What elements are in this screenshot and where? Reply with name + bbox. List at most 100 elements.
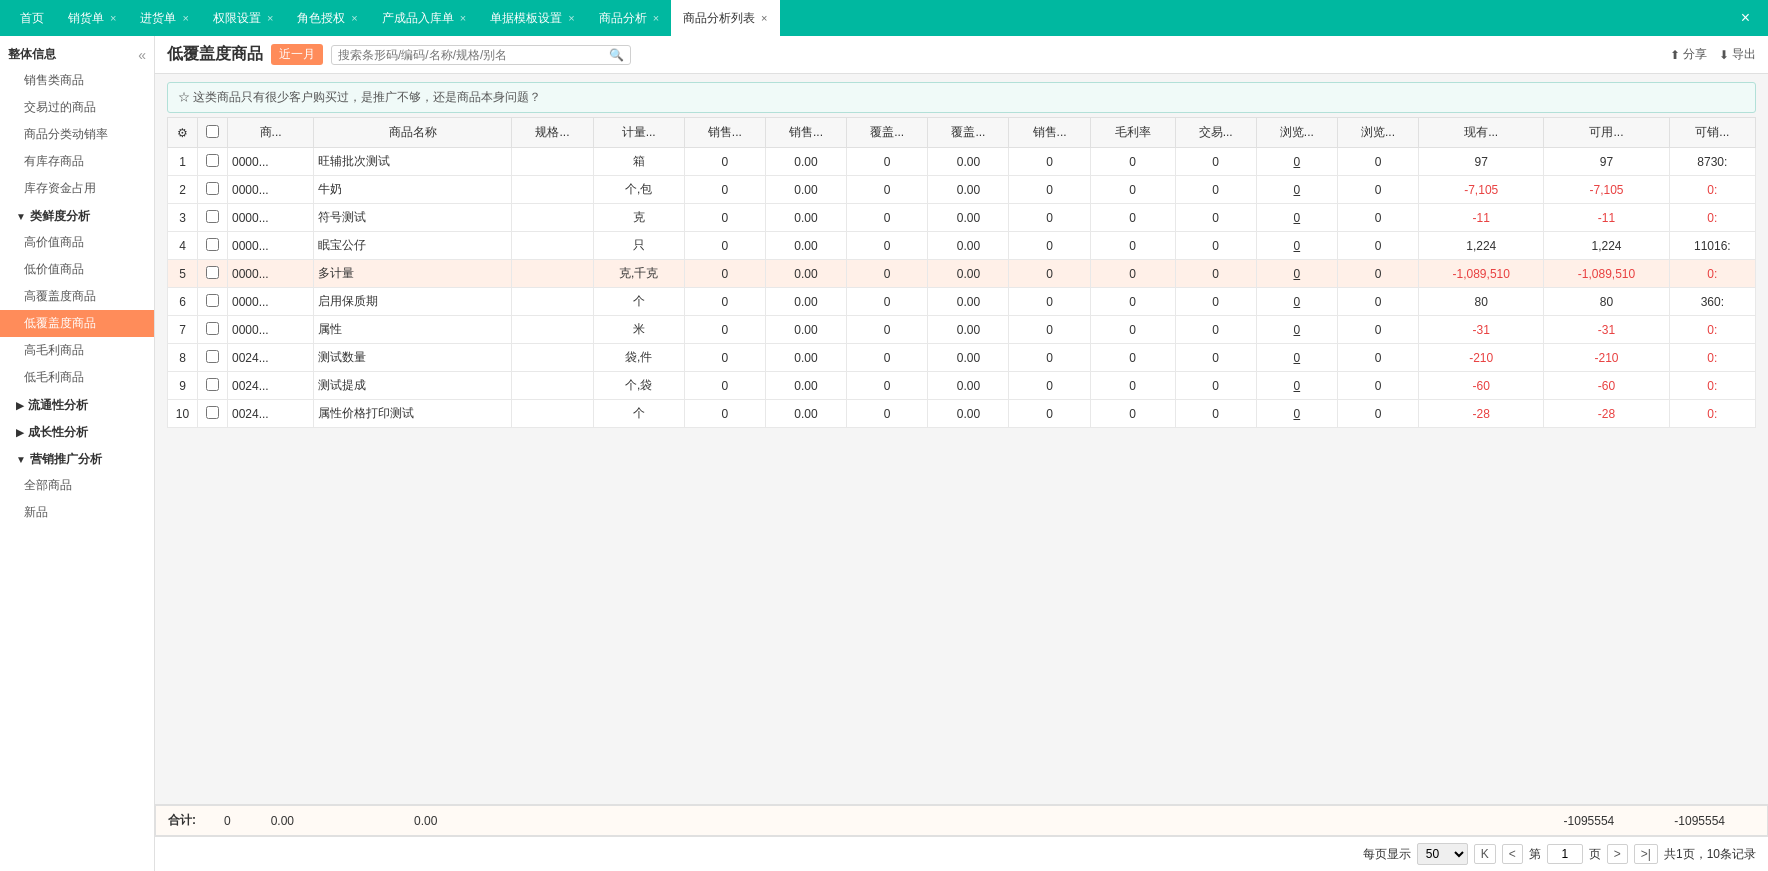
cell-sales-qty: 0: [684, 372, 765, 400]
sidebar-group-richness[interactable]: ▼ 类鲜度分析: [0, 202, 154, 229]
row-checkbox[interactable]: [206, 406, 219, 419]
cell-checkbox[interactable]: [198, 316, 228, 344]
cell-browse1[interactable]: 0: [1256, 176, 1337, 204]
close-purchase-icon[interactable]: ×: [182, 12, 188, 24]
cell-trade: 0: [1175, 232, 1256, 260]
sidebar-item-high-margin[interactable]: 高毛利商品: [0, 337, 154, 364]
footer-totals: 0 0.00 0.00 -1095554 -1095554: [204, 814, 1755, 828]
cell-sales-qty: 0: [684, 232, 765, 260]
first-page-button[interactable]: K: [1474, 844, 1496, 864]
row-checkbox[interactable]: [206, 294, 219, 307]
flow-arrow-icon: ▶: [16, 400, 24, 411]
prev-page-button[interactable]: <: [1502, 844, 1523, 864]
sidebar-item-traded-goods[interactable]: 交易过的商品: [0, 94, 154, 121]
row-checkbox[interactable]: [206, 210, 219, 223]
pagination: 每页显示 50 100 200 K < 第 页 > >| 共1页，10条记录: [155, 836, 1768, 871]
cell-browse1[interactable]: 0: [1256, 232, 1337, 260]
nav-sales[interactable]: 销货单 ×: [56, 0, 128, 36]
search-icon[interactable]: 🔍: [609, 48, 624, 62]
cell-checkbox[interactable]: [198, 288, 228, 316]
close-role-icon[interactable]: ×: [351, 12, 357, 24]
row-checkbox[interactable]: [206, 322, 219, 335]
close-analysis-icon[interactable]: ×: [653, 12, 659, 24]
cell-browse1[interactable]: 0: [1256, 260, 1337, 288]
cell-browse1[interactable]: 0: [1256, 288, 1337, 316]
th-name: 商品名称: [314, 118, 512, 148]
cell-checkbox[interactable]: [198, 260, 228, 288]
cell-unit: 个,袋: [593, 372, 684, 400]
sidebar-group-growth[interactable]: ▶ 成长性分析: [0, 418, 154, 445]
th-settings[interactable]: ⚙: [168, 118, 198, 148]
sidebar-item-low-coverage[interactable]: 低覆盖度商品: [0, 310, 154, 337]
nav-home[interactable]: 首页: [8, 0, 56, 36]
cell-browse1[interactable]: 0: [1256, 148, 1337, 176]
th-cover1: 覆盖...: [847, 118, 928, 148]
cell-checkbox[interactable]: [198, 204, 228, 232]
cell-browse1[interactable]: 0: [1256, 344, 1337, 372]
cell-trade: 0: [1175, 260, 1256, 288]
search-input[interactable]: [338, 48, 609, 62]
row-checkbox[interactable]: [206, 378, 219, 391]
cell-checkbox[interactable]: [198, 344, 228, 372]
close-sales-icon[interactable]: ×: [110, 12, 116, 24]
per-page-select[interactable]: 50 100 200: [1417, 843, 1468, 865]
row-checkbox[interactable]: [206, 182, 219, 195]
sidebar-item-high-value[interactable]: 高价值商品: [0, 229, 154, 256]
close-permission-icon[interactable]: ×: [267, 12, 273, 24]
nav-role[interactable]: 角色授权 ×: [285, 0, 369, 36]
next-page-button[interactable]: >: [1607, 844, 1628, 864]
per-page-label: 每页显示: [1363, 846, 1411, 863]
sidebar-item-all-goods[interactable]: 全部商品: [0, 472, 154, 499]
cell-available: -60: [1544, 372, 1669, 400]
sidebar-item-high-coverage[interactable]: 高覆盖度商品: [0, 283, 154, 310]
row-checkbox[interactable]: [206, 350, 219, 363]
nav-purchase[interactable]: 进货单 ×: [128, 0, 200, 36]
close-template-icon[interactable]: ×: [568, 12, 574, 24]
export-button[interactable]: ⬇ 导出: [1719, 46, 1756, 63]
nav-product-entry[interactable]: 产成品入库单 ×: [370, 0, 478, 36]
sidebar-item-category-sales-rate[interactable]: 商品分类动销率: [0, 121, 154, 148]
cell-checkbox[interactable]: [198, 372, 228, 400]
cell-checkbox[interactable]: [198, 176, 228, 204]
sidebar-item-stock-capital[interactable]: 库存资金占用: [0, 175, 154, 202]
cell-browse1[interactable]: 0: [1256, 204, 1337, 232]
nav-analysis-list[interactable]: 商品分析列表 ×: [671, 0, 779, 36]
select-all-checkbox[interactable]: [206, 125, 219, 138]
row-checkbox[interactable]: [206, 266, 219, 279]
sidebar-group-marketing[interactable]: ▼ 营销推广分析: [0, 445, 154, 472]
table-row: 100024...属性价格打印测试个00.0000.0000000-28-280…: [168, 400, 1756, 428]
cell-browse1[interactable]: 0: [1256, 372, 1337, 400]
sidebar-item-low-margin[interactable]: 低毛利商品: [0, 364, 154, 391]
cell-gross-rate: 0: [1090, 372, 1175, 400]
sidebar-item-sales-goods[interactable]: 销售类商品: [0, 67, 154, 94]
page-input[interactable]: [1547, 844, 1583, 864]
cell-name: 多计量: [314, 260, 512, 288]
share-button[interactable]: ⬆ 分享: [1670, 46, 1707, 63]
close-product-entry-icon[interactable]: ×: [460, 12, 466, 24]
th-checkbox[interactable]: [198, 118, 228, 148]
table-row: 40000...眠宝公仔只00.0000.00000001,2241,22411…: [168, 232, 1756, 260]
time-filter-button[interactable]: 近一月: [271, 44, 323, 65]
sidebar-item-new-goods[interactable]: 新品: [0, 499, 154, 526]
sidebar-collapse-button[interactable]: «: [138, 47, 146, 63]
window-close-button[interactable]: ×: [1731, 9, 1760, 27]
cell-checkbox[interactable]: [198, 400, 228, 428]
cell-browse1[interactable]: 0: [1256, 400, 1337, 428]
sidebar-item-stock-goods[interactable]: 有库存商品: [0, 148, 154, 175]
row-checkbox[interactable]: [206, 154, 219, 167]
last-page-button[interactable]: >|: [1634, 844, 1658, 864]
row-checkbox[interactable]: [206, 238, 219, 251]
nav-template[interactable]: 单据模板设置 ×: [478, 0, 586, 36]
page-suffix: 页: [1589, 846, 1601, 863]
sidebar-item-low-value[interactable]: 低价值商品: [0, 256, 154, 283]
cell-sales-qty: 0: [684, 344, 765, 372]
nav-permission[interactable]: 权限设置 ×: [201, 0, 285, 36]
cell-browse1[interactable]: 0: [1256, 316, 1337, 344]
cell-sales-amt: 0.00: [765, 260, 846, 288]
close-analysis-list-icon[interactable]: ×: [761, 12, 767, 24]
cell-checkbox[interactable]: [198, 232, 228, 260]
settings-icon[interactable]: ⚙: [177, 126, 188, 140]
nav-analysis[interactable]: 商品分析 ×: [587, 0, 671, 36]
cell-checkbox[interactable]: [198, 148, 228, 176]
sidebar-group-flow[interactable]: ▶ 流通性分析: [0, 391, 154, 418]
